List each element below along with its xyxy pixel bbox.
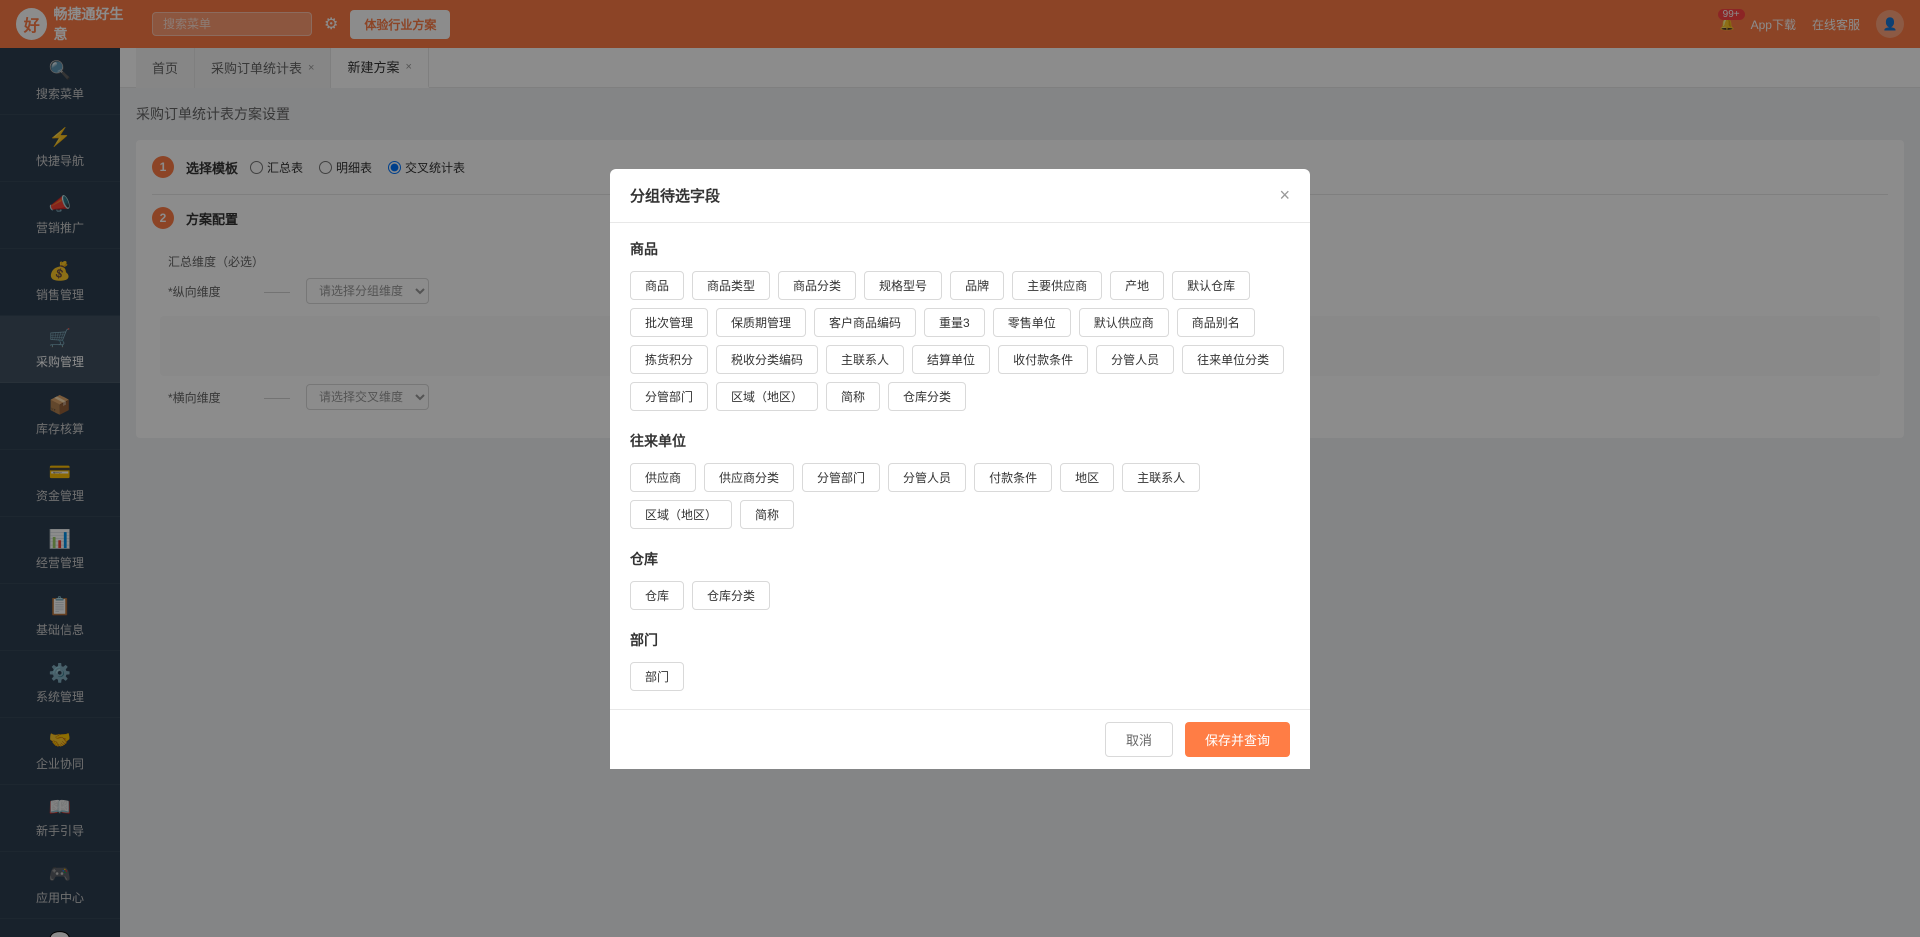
field-group-title-2: 仓库 (630, 549, 1290, 569)
field-chip-2-0[interactable]: 仓库 (630, 581, 684, 610)
field-chip-1-4[interactable]: 付款条件 (974, 463, 1052, 492)
modal-header: 分组待选字段 × (610, 169, 1310, 223)
field-chip-0-15[interactable]: 拣货积分 (630, 345, 708, 374)
field-chip-0-13[interactable]: 默认供应商 (1079, 308, 1169, 337)
field-chip-1-8[interactable]: 简称 (740, 500, 794, 529)
field-chip-1-1[interactable]: 供应商分类 (704, 463, 794, 492)
field-chip-0-1[interactable]: 商品类型 (692, 271, 770, 300)
field-chip-0-6[interactable]: 产地 (1110, 271, 1164, 300)
field-chip-0-22[interactable]: 分管部门 (630, 382, 708, 411)
field-chip-0-3[interactable]: 规格型号 (864, 271, 942, 300)
field-chip-0-21[interactable]: 往来单位分类 (1182, 345, 1284, 374)
field-select-modal: 分组待选字段 × 商品商品商品类型商品分类规格型号品牌主要供应商产地默认仓库批次… (610, 169, 1310, 769)
field-chip-3-0[interactable]: 部门 (630, 662, 684, 691)
field-chip-1-6[interactable]: 主联系人 (1122, 463, 1200, 492)
modal-title: 分组待选字段 (630, 185, 720, 206)
field-chips-0: 商品商品类型商品分类规格型号品牌主要供应商产地默认仓库批次管理保质期管理客户商品… (630, 271, 1290, 411)
field-chip-0-18[interactable]: 结算单位 (912, 345, 990, 374)
field-group-title-3: 部门 (630, 630, 1290, 650)
modal-body: 商品商品商品类型商品分类规格型号品牌主要供应商产地默认仓库批次管理保质期管理客户… (610, 223, 1310, 709)
field-group-0: 商品商品商品类型商品分类规格型号品牌主要供应商产地默认仓库批次管理保质期管理客户… (630, 239, 1290, 411)
field-chip-0-14[interactable]: 商品别名 (1177, 308, 1255, 337)
modal-overlay: 分组待选字段 × 商品商品商品类型商品分类规格型号品牌主要供应商产地默认仓库批次… (0, 0, 1920, 937)
field-chip-0-10[interactable]: 客户商品编码 (814, 308, 916, 337)
field-chip-0-4[interactable]: 品牌 (950, 271, 1004, 300)
field-group-1: 往来单位供应商供应商分类分管部门分管人员付款条件地区主联系人区域（地区） 简称 (630, 431, 1290, 529)
cancel-button[interactable]: 取消 (1105, 722, 1173, 757)
field-chip-0-5[interactable]: 主要供应商 (1012, 271, 1102, 300)
field-chip-1-3[interactable]: 分管人员 (888, 463, 966, 492)
field-chips-3: 部门 (630, 662, 1290, 691)
field-chip-0-20[interactable]: 分管人员 (1096, 345, 1174, 374)
save-query-button[interactable]: 保存并查询 (1185, 722, 1290, 757)
modal-close-button[interactable]: × (1279, 186, 1290, 204)
field-chip-0-0[interactable]: 商品 (630, 271, 684, 300)
field-chip-0-8[interactable]: 批次管理 (630, 308, 708, 337)
field-chip-0-16[interactable]: 税收分类编码 (716, 345, 818, 374)
field-chip-1-5[interactable]: 地区 (1060, 463, 1114, 492)
field-chip-1-0[interactable]: 供应商 (630, 463, 696, 492)
field-chips-2: 仓库仓库分类 (630, 581, 1290, 610)
field-chip-0-9[interactable]: 保质期管理 (716, 308, 806, 337)
field-chips-1: 供应商供应商分类分管部门分管人员付款条件地区主联系人区域（地区） 简称 (630, 463, 1290, 529)
field-chip-0-12[interactable]: 零售单位 (993, 308, 1071, 337)
field-chip-2-1[interactable]: 仓库分类 (692, 581, 770, 610)
field-chip-1-2[interactable]: 分管部门 (802, 463, 880, 492)
field-chip-0-25[interactable]: 仓库分类 (888, 382, 966, 411)
field-group-title-1: 往来单位 (630, 431, 1290, 451)
field-group-2: 仓库仓库仓库分类 (630, 549, 1290, 610)
field-chip-0-19[interactable]: 收付款条件 (998, 345, 1088, 374)
field-chip-0-7[interactable]: 默认仓库 (1172, 271, 1250, 300)
field-chip-0-11[interactable]: 重量3 (924, 308, 985, 337)
field-chip-0-17[interactable]: 主联系人 (826, 345, 904, 374)
field-chip-0-23[interactable]: 区域（地区） (716, 382, 818, 411)
field-chip-1-7[interactable]: 区域（地区） (630, 500, 732, 529)
modal-footer: 取消 保存并查询 (610, 709, 1310, 769)
field-chip-0-2[interactable]: 商品分类 (778, 271, 856, 300)
field-chip-0-24[interactable]: 简称 (826, 382, 880, 411)
field-group-title-0: 商品 (630, 239, 1290, 259)
field-group-3: 部门部门 (630, 630, 1290, 691)
